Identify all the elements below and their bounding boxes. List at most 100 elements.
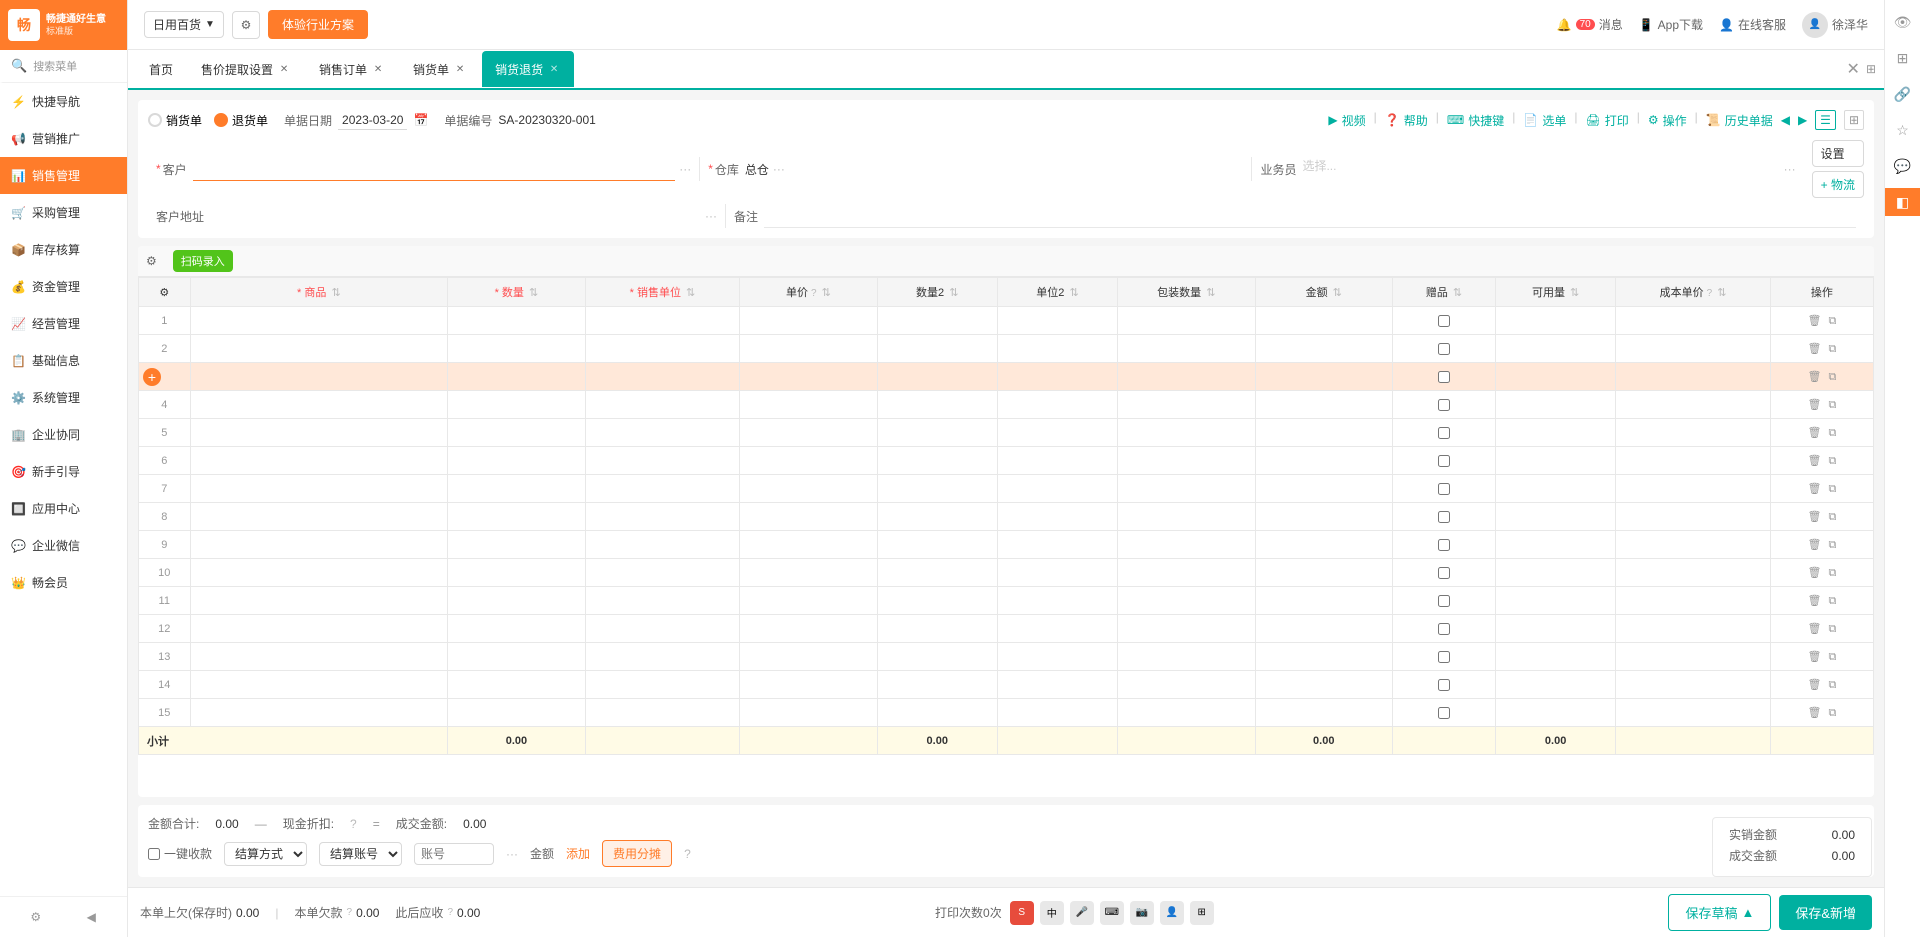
cell-amount[interactable] — [1255, 531, 1392, 559]
cell-unit[interactable] — [585, 503, 740, 531]
cell-amount[interactable] — [1255, 559, 1392, 587]
cell-price[interactable] — [740, 391, 877, 419]
tabbar-close-btn[interactable]: ✕ — [1847, 59, 1860, 79]
right-panel-star-icon[interactable]: ☆ — [1889, 116, 1917, 144]
sidebar-item-quick-nav[interactable]: ⚡ 快捷导航 — [0, 83, 127, 120]
right-panel-eye-icon[interactable]: 👁 — [1889, 8, 1917, 36]
sort-icon-qty[interactable]: ⇅ — [529, 287, 538, 299]
gift-checkbox[interactable] — [1438, 539, 1450, 551]
cell-amount[interactable] — [1255, 699, 1392, 727]
copy-row-icon[interactable]: ⧉ — [1829, 679, 1837, 691]
gift-checkbox[interactable] — [1438, 623, 1450, 635]
action-shortcuts[interactable]: ⌨ 快捷键 — [1447, 110, 1504, 130]
cell-qty2[interactable] — [877, 363, 997, 391]
cell-product[interactable] — [190, 559, 448, 587]
btn-scan[interactable]: 扫码录入 — [173, 250, 233, 272]
tabbar-expand-icon[interactable]: ⊞ — [1866, 62, 1876, 76]
cell-unit2[interactable] — [997, 391, 1117, 419]
copy-row-icon[interactable]: ⧉ — [1829, 455, 1837, 467]
tab-sales-order[interactable]: 销售订单 ✕ — [306, 51, 398, 87]
cell-unit[interactable] — [585, 475, 740, 503]
copy-row-icon[interactable]: ⧉ — [1829, 651, 1837, 663]
sidebar-item-member[interactable]: 👑 畅会员 — [0, 564, 127, 601]
copy-row-icon[interactable]: ⧉ — [1829, 371, 1837, 383]
btn-add-logistics[interactable]: + 物流 — [1812, 171, 1864, 198]
add-payment-btn[interactable]: 添加 — [566, 845, 590, 862]
delete-row-icon[interactable]: 🗑 — [1807, 455, 1821, 467]
cell-pack-qty[interactable] — [1118, 699, 1255, 727]
cell-unit2[interactable] — [997, 671, 1117, 699]
one-click-payment-label[interactable]: 一键收款 — [148, 845, 212, 862]
date-value[interactable]: 2023-03-20 — [338, 111, 407, 130]
cell-qty2[interactable] — [877, 391, 997, 419]
action-print[interactable]: 🖨 打印 — [1585, 110, 1628, 130]
copy-row-icon[interactable]: ⧉ — [1829, 343, 1837, 355]
cell-price[interactable] — [740, 335, 877, 363]
cell-pack-qty[interactable] — [1118, 531, 1255, 559]
sort-icon-available[interactable]: ⇅ — [1570, 287, 1579, 299]
cell-product[interactable] — [190, 503, 448, 531]
delete-row-icon[interactable]: 🗑 — [1807, 399, 1821, 411]
cell-price[interactable] — [740, 671, 877, 699]
cell-qty2[interactable] — [877, 559, 997, 587]
cell-qty[interactable] — [448, 587, 585, 615]
cell-qty[interactable] — [448, 559, 585, 587]
gift-checkbox[interactable] — [1438, 651, 1450, 663]
cell-product[interactable] — [190, 615, 448, 643]
delete-row-icon[interactable]: 🗑 — [1807, 483, 1821, 495]
cell-qty2[interactable] — [877, 671, 997, 699]
cell-qty[interactable] — [448, 643, 585, 671]
gift-checkbox[interactable] — [1438, 315, 1450, 327]
calendar-icon[interactable]: 📅 — [413, 113, 428, 127]
cell-unit2[interactable] — [997, 643, 1117, 671]
cell-amount[interactable] — [1255, 643, 1392, 671]
print-times-label[interactable]: 打印次数0次 — [935, 904, 1002, 921]
cell-product[interactable] — [190, 531, 448, 559]
cell-amount[interactable] — [1255, 307, 1392, 335]
cell-pack-qty[interactable] — [1118, 671, 1255, 699]
cell-pack-qty[interactable] — [1118, 447, 1255, 475]
address-input[interactable] — [210, 204, 705, 228]
btn-save-new[interactable]: 保存&新增 — [1779, 895, 1872, 930]
sidebar-item-inventory[interactable]: 📦 库存核算 — [0, 231, 127, 268]
sidebar-settings-icon[interactable]: ⚙ — [24, 905, 48, 929]
copy-row-icon[interactable]: ⧉ — [1829, 595, 1837, 607]
sort-icon-product[interactable]: ⇅ — [331, 287, 340, 299]
warehouse-dots[interactable]: ··· — [773, 162, 785, 176]
cell-amount[interactable] — [1255, 475, 1392, 503]
one-click-payment-checkbox[interactable] — [148, 848, 160, 860]
tab-sales-return[interactable]: 销货退货 ✕ — [482, 51, 574, 87]
customer-dots[interactable]: ··· — [679, 162, 691, 176]
delete-row-icon[interactable]: 🗑 — [1807, 623, 1821, 635]
cell-pack-qty[interactable] — [1118, 475, 1255, 503]
cell-pack-qty[interactable] — [1118, 643, 1255, 671]
icon-mic[interactable]: 🎤 — [1070, 901, 1094, 925]
cell-qty2[interactable] — [877, 643, 997, 671]
cell-pack-qty[interactable] — [1118, 307, 1255, 335]
cell-unit[interactable] — [585, 699, 740, 727]
cell-product[interactable] — [190, 419, 448, 447]
salesman-input[interactable]: 选择... — [1302, 157, 1783, 181]
btn-set[interactable]: 设置 — [1812, 140, 1864, 167]
cell-amount[interactable] — [1255, 335, 1392, 363]
delete-row-icon[interactable]: 🗑 — [1807, 707, 1821, 719]
cell-price[interactable] — [740, 503, 877, 531]
experience-btn[interactable]: 体验行业方案 — [268, 10, 368, 39]
tab-close-sales-delivery[interactable]: ✕ — [453, 63, 467, 77]
cell-pack-qty[interactable] — [1118, 615, 1255, 643]
cell-pack-qty[interactable] — [1118, 419, 1255, 447]
cell-amount[interactable] — [1255, 419, 1392, 447]
cell-price[interactable] — [740, 447, 877, 475]
cell-qty2[interactable] — [877, 615, 997, 643]
cell-amount[interactable] — [1255, 363, 1392, 391]
radio-sales[interactable]: 销货单 — [148, 112, 202, 129]
cell-qty2[interactable] — [877, 699, 997, 727]
cell-unit2[interactable] — [997, 587, 1117, 615]
cell-unit[interactable] — [585, 559, 740, 587]
cell-product[interactable] — [190, 447, 448, 475]
sidebar-item-system[interactable]: ⚙️ 系统管理 — [0, 379, 127, 416]
sort-icon-pack[interactable]: ⇅ — [1206, 287, 1215, 299]
cell-qty[interactable] — [448, 503, 585, 531]
gift-checkbox[interactable] — [1438, 707, 1450, 719]
sidebar-item-base[interactable]: 📋 基础信息 — [0, 342, 127, 379]
